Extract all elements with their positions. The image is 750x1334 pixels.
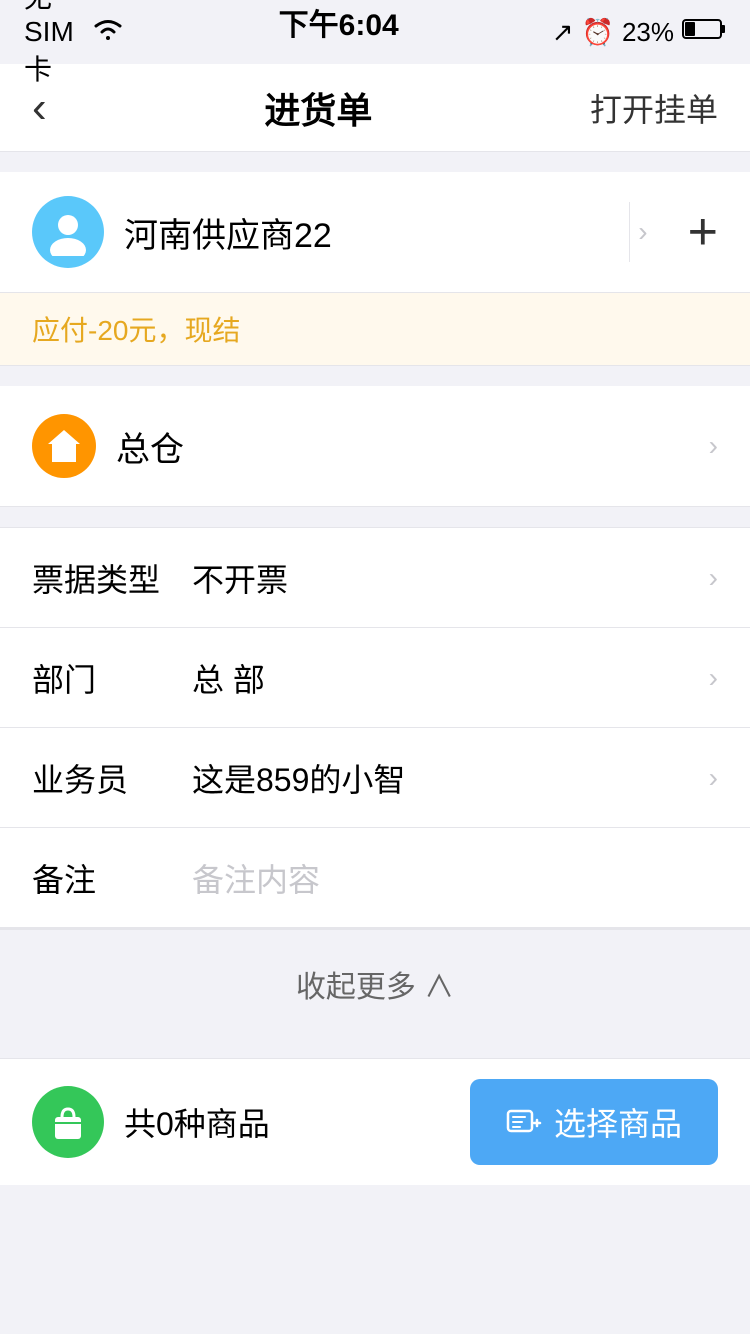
warehouse-name: 总仓	[116, 422, 709, 471]
add-supplier-button[interactable]: +	[688, 206, 718, 258]
alert-text: 应付-20元，现结	[32, 315, 240, 346]
salesperson-row[interactable]: 业务员 这是859的小智 ›	[0, 728, 750, 828]
wifi-icon	[90, 16, 126, 49]
department-arrow: ›	[709, 662, 718, 694]
collapse-row[interactable]: 收起更多 ∧	[0, 929, 750, 1038]
salesperson-label: 业务员	[32, 755, 172, 801]
warehouse-row[interactable]: 总仓 ›	[0, 386, 750, 507]
location-icon: ↗	[552, 17, 574, 48]
alarm-icon: ⏰	[582, 17, 614, 48]
salesperson-arrow: ›	[709, 762, 718, 794]
product-icon	[32, 1086, 104, 1158]
supplier-divider	[629, 202, 630, 262]
battery-icon	[682, 17, 726, 48]
collapse-label: 收起更多 ∧	[296, 962, 454, 1006]
main-content: 河南供应商22 › + 应付-20元，现结 总仓 › 票	[0, 152, 750, 1185]
select-product-button[interactable]: 选择商品	[470, 1079, 718, 1165]
remark-label: 备注	[32, 855, 172, 901]
salesperson-value: 这是859的小智	[172, 755, 709, 801]
invoice-type-value: 不开票	[172, 555, 709, 601]
invoice-type-row[interactable]: 票据类型 不开票 ›	[0, 528, 750, 628]
invoice-type-label: 票据类型	[32, 555, 172, 601]
bottom-bar: 共0种商品 选择商品	[0, 1058, 750, 1185]
carrier-label: 无 SIM 卡	[24, 0, 80, 88]
remark-input[interactable]: 备注内容	[172, 855, 718, 901]
warehouse-icon	[32, 414, 96, 478]
product-count-label: 共0种商品	[124, 1099, 270, 1145]
status-right: ↗ ⏰ 23%	[552, 17, 726, 48]
department-label: 部门	[32, 655, 172, 701]
remark-row[interactable]: 备注 备注内容	[0, 828, 750, 928]
status-time: 下午6:04	[279, 0, 399, 44]
supplier-avatar	[32, 196, 104, 268]
select-product-label: 选择商品	[554, 1099, 682, 1145]
section-gap-3	[0, 507, 750, 527]
status-left: 无 SIM 卡	[24, 0, 126, 88]
alert-row: 应付-20元，现结	[0, 293, 750, 366]
product-summary: 共0种商品	[32, 1086, 270, 1158]
invoice-type-arrow: ›	[709, 562, 718, 594]
supplier-row[interactable]: 河南供应商22 › +	[0, 172, 750, 293]
open-pending-button[interactable]: 打开挂单	[590, 85, 718, 131]
back-button[interactable]: ‹	[32, 86, 47, 130]
department-row[interactable]: 部门 总 部 ›	[0, 628, 750, 728]
department-value: 总 部	[172, 655, 709, 701]
form-card: 票据类型 不开票 › 部门 总 部 › 业务员 这是859的小智 › 备注 备注…	[0, 527, 750, 929]
battery-label: 23%	[622, 17, 674, 48]
supplier-arrow-icon: ›	[638, 216, 647, 248]
supplier-name: 河南供应商22	[124, 208, 638, 257]
warehouse-arrow-icon: ›	[709, 430, 718, 462]
section-gap-2	[0, 366, 750, 386]
status-bar: 无 SIM 卡 下午6:04 ↗ ⏰ 23%	[0, 0, 750, 64]
section-gap-1	[0, 152, 750, 172]
page-title: 进货单	[264, 82, 372, 134]
